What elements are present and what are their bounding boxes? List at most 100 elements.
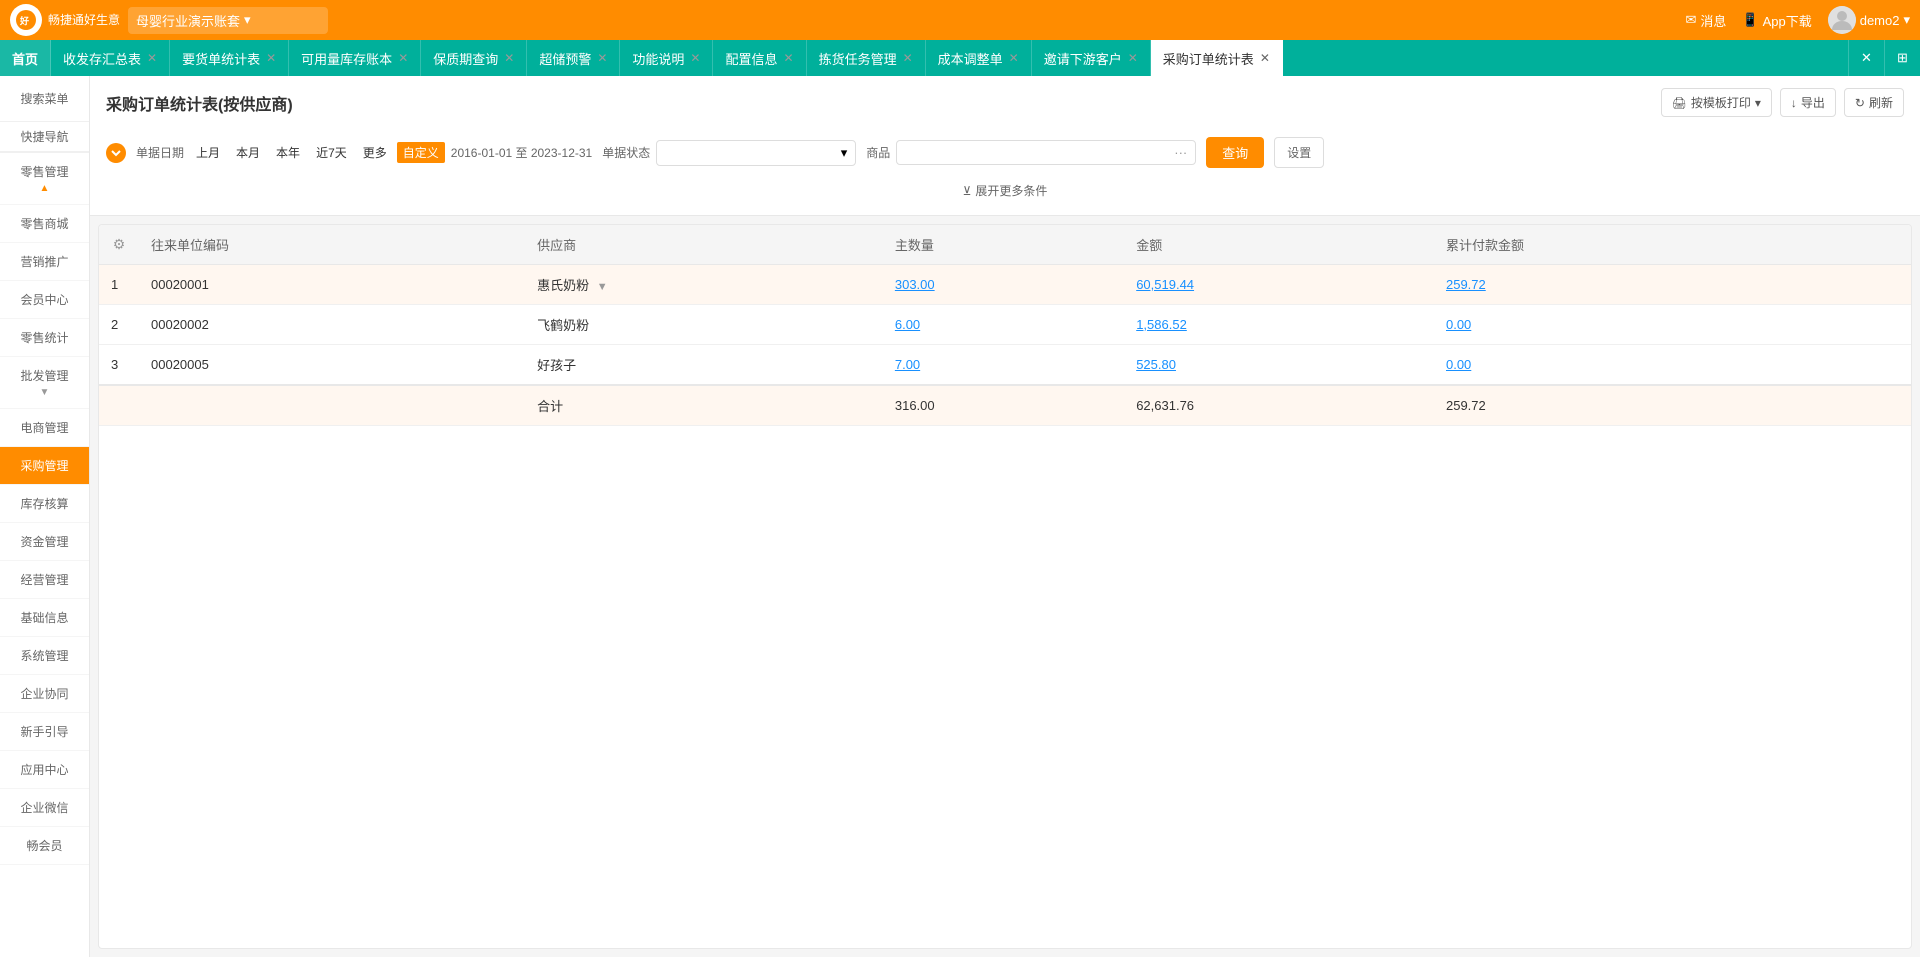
paid-link[interactable]: 0.00 bbox=[1446, 317, 1471, 332]
tab-yaoqingxiayou[interactable]: 邀请下游客户 ✕ bbox=[1032, 40, 1151, 76]
filter-settings-btn[interactable]: 设置 bbox=[1274, 137, 1324, 168]
sidebar-item-enterprise-wx[interactable]: 企业微信 bbox=[0, 789, 89, 827]
sidebar-item-retail-stats[interactable]: 零售统计 bbox=[0, 319, 89, 357]
supplier-expand-icon[interactable]: ▼ bbox=[597, 281, 608, 293]
tab-label: 采购订单统计表 bbox=[1163, 49, 1254, 68]
page-title: 采购订单统计表(按供应商) bbox=[106, 91, 293, 115]
tab-close-icon[interactable]: ✕ bbox=[266, 51, 276, 65]
sidebar-item-finance[interactable]: 资金管理 bbox=[0, 523, 89, 561]
search-btn[interactable]: 查询 bbox=[1206, 137, 1264, 168]
td-extra bbox=[1820, 305, 1911, 345]
main-layout: 搜索菜单 快捷导航 零售管理 ▲ 零售商城 营销推广 会员中心 零售统计 批发管… bbox=[0, 76, 1920, 957]
qty-link[interactable]: 303.00 bbox=[895, 277, 935, 292]
tab-close-icon[interactable]: ✕ bbox=[147, 51, 157, 65]
filter-bar: 单据日期 上月 本月 本年 近7天 更多 自定义 2016-01-01 至 20… bbox=[106, 127, 1904, 215]
th-paid: 累计付款金额 bbox=[1434, 225, 1820, 265]
tab-close-icon[interactable]: ✕ bbox=[1128, 51, 1138, 65]
sidebar-item-new-guide[interactable]: 新手引导 bbox=[0, 713, 89, 751]
tab-label: 拣货任务管理 bbox=[819, 49, 897, 68]
tab-label: 要货单统计表 bbox=[182, 49, 260, 68]
shortcut-this-year[interactable]: 本年 bbox=[270, 142, 306, 163]
sidebar-quicknav-btn[interactable]: 快捷导航 bbox=[0, 122, 89, 152]
tab-close-icon[interactable]: ✕ bbox=[1260, 51, 1270, 65]
sidebar-item-app-center[interactable]: 应用中心 bbox=[0, 751, 89, 789]
sidebar-item-label: 零售管理 bbox=[20, 163, 68, 180]
shortcut-more[interactable]: 更多 bbox=[357, 142, 393, 163]
status-select[interactable]: ▾ bbox=[656, 140, 856, 166]
refresh-icon: ↻ bbox=[1855, 96, 1865, 110]
tab-chaochuyujing[interactable]: 超储预警 ✕ bbox=[527, 40, 620, 76]
td-seq: 1 bbox=[99, 265, 139, 305]
qty-link[interactable]: 7.00 bbox=[895, 357, 920, 372]
sidebar-item-inventory[interactable]: 库存核算 bbox=[0, 485, 89, 523]
sidebar-item-marketing[interactable]: 营销推广 bbox=[0, 243, 89, 281]
sidebar-item-ecommerce[interactable]: 电商管理 bbox=[0, 409, 89, 447]
logo-icon: 好 bbox=[10, 4, 42, 36]
tab-close-all-btn[interactable]: ✕ bbox=[1848, 40, 1884, 76]
filter-toggle-btn[interactable] bbox=[106, 143, 126, 163]
tab-shofahuizonbiao[interactable]: 收发存汇总表 ✕ bbox=[51, 40, 170, 76]
th-settings: ⚙ bbox=[99, 225, 139, 265]
tab-yaohuodantjbiao[interactable]: 要货单统计表 ✕ bbox=[170, 40, 289, 76]
filter-date-item: 单据日期 上月 本月 本年 近7天 更多 自定义 2016-01-01 至 20… bbox=[136, 142, 592, 163]
export-btn[interactable]: ↓ 导出 bbox=[1780, 88, 1836, 117]
td-supplier: 飞鹤奶粉 bbox=[525, 305, 883, 345]
tab-close-icon[interactable]: ✕ bbox=[1009, 51, 1019, 65]
sidebar-item-operations[interactable]: 经营管理 bbox=[0, 561, 89, 599]
td-paid: 0.00 bbox=[1434, 345, 1820, 386]
sidebar-item-label: 采购管理 bbox=[20, 457, 68, 474]
sidebar-item-system[interactable]: 系统管理 bbox=[0, 637, 89, 675]
shortcut-last-month[interactable]: 上月 bbox=[190, 142, 226, 163]
sidebar-item-batch-mgmt[interactable]: 批发管理 ▼ bbox=[0, 357, 89, 409]
td-extra bbox=[1820, 265, 1911, 305]
user-area[interactable]: demo2 ▾ bbox=[1828, 6, 1910, 34]
sidebar-search-btn[interactable]: 搜索菜单 bbox=[6, 84, 83, 113]
tab-home[interactable]: 首页 bbox=[0, 40, 51, 76]
column-settings-icon[interactable]: ⚙ bbox=[113, 236, 126, 252]
amount-link[interactable]: 525.80 bbox=[1136, 357, 1176, 372]
tab-maximize-btn[interactable]: ⊞ bbox=[1884, 40, 1920, 76]
tab-peizhi[interactable]: 配置信息 ✕ bbox=[713, 40, 806, 76]
tab-close-icon[interactable]: ✕ bbox=[903, 51, 913, 65]
tab-keyongliang[interactable]: 可用量库存账本 ✕ bbox=[289, 40, 421, 76]
td-summary-code bbox=[139, 385, 525, 426]
td-seq: 2 bbox=[99, 305, 139, 345]
sidebar-item-vip[interactable]: 畅会员 bbox=[0, 827, 89, 865]
print-btn[interactable]: 🖨 按模板打印 ▾ bbox=[1661, 88, 1772, 117]
refresh-btn[interactable]: ↻ 刷新 bbox=[1844, 88, 1904, 117]
td-seq: 3 bbox=[99, 345, 139, 386]
shortcut-7days[interactable]: 近7天 bbox=[310, 142, 353, 163]
message-btn[interactable]: ✉ 消息 bbox=[1685, 11, 1726, 30]
app-download-btn[interactable]: 📱 App下载 bbox=[1742, 11, 1811, 30]
td-summary-paid: 259.72 bbox=[1434, 385, 1820, 426]
tab-close-icon[interactable]: ✕ bbox=[597, 51, 607, 65]
sidebar-item-member[interactable]: 会员中心 bbox=[0, 281, 89, 319]
workspace-label: 母婴行业演示账套 bbox=[136, 11, 240, 30]
tab-close-icon[interactable]: ✕ bbox=[504, 51, 514, 65]
shortcut-this-month[interactable]: 本月 bbox=[230, 142, 266, 163]
sidebar-item-purchase[interactable]: 采购管理 bbox=[0, 447, 89, 485]
tab-close-icon[interactable]: ✕ bbox=[690, 51, 700, 65]
paid-link[interactable]: 259.72 bbox=[1446, 277, 1486, 292]
sidebar-item-basic-info[interactable]: 基础信息 bbox=[0, 599, 89, 637]
more-icon[interactable]: ··· bbox=[1174, 145, 1187, 160]
tab-close-icon[interactable]: ✕ bbox=[784, 51, 794, 65]
tab-chengbentiaozhen[interactable]: 成本调整单 ✕ bbox=[926, 40, 1032, 76]
sidebar-item-zero-shop[interactable]: 零售商城 bbox=[0, 205, 89, 243]
sidebar-item-zero-retail[interactable]: 零售管理 ▲ bbox=[0, 153, 89, 205]
tab-gongneng[interactable]: 功能说明 ✕ bbox=[620, 40, 713, 76]
workspace-selector[interactable]: 母婴行业演示账套 ▾ bbox=[128, 7, 328, 34]
sidebar-item-enterprise[interactable]: 企业协同 bbox=[0, 675, 89, 713]
expand-more-btn[interactable]: ⊻ 展开更多条件 bbox=[955, 178, 1056, 203]
shortcut-custom[interactable]: 自定义 bbox=[397, 142, 445, 163]
tab-baoxianqi[interactable]: 保质期查询 ✕ bbox=[421, 40, 527, 76]
amount-link[interactable]: 1,586.52 bbox=[1136, 317, 1187, 332]
paid-link[interactable]: 0.00 bbox=[1446, 357, 1471, 372]
tab-paihuorenwu[interactable]: 拣货任务管理 ✕ bbox=[807, 40, 926, 76]
tab-caigoudantj[interactable]: 采购订单统计表 ✕ bbox=[1151, 40, 1283, 76]
page-title-row: 采购订单统计表(按供应商) 🖨 按模板打印 ▾ ↓ 导出 ↻ 刷新 bbox=[106, 88, 1904, 117]
amount-link[interactable]: 60,519.44 bbox=[1136, 277, 1194, 292]
qty-link[interactable]: 6.00 bbox=[895, 317, 920, 332]
goods-search-input[interactable] bbox=[905, 146, 1170, 160]
tab-close-icon[interactable]: ✕ bbox=[398, 51, 408, 65]
